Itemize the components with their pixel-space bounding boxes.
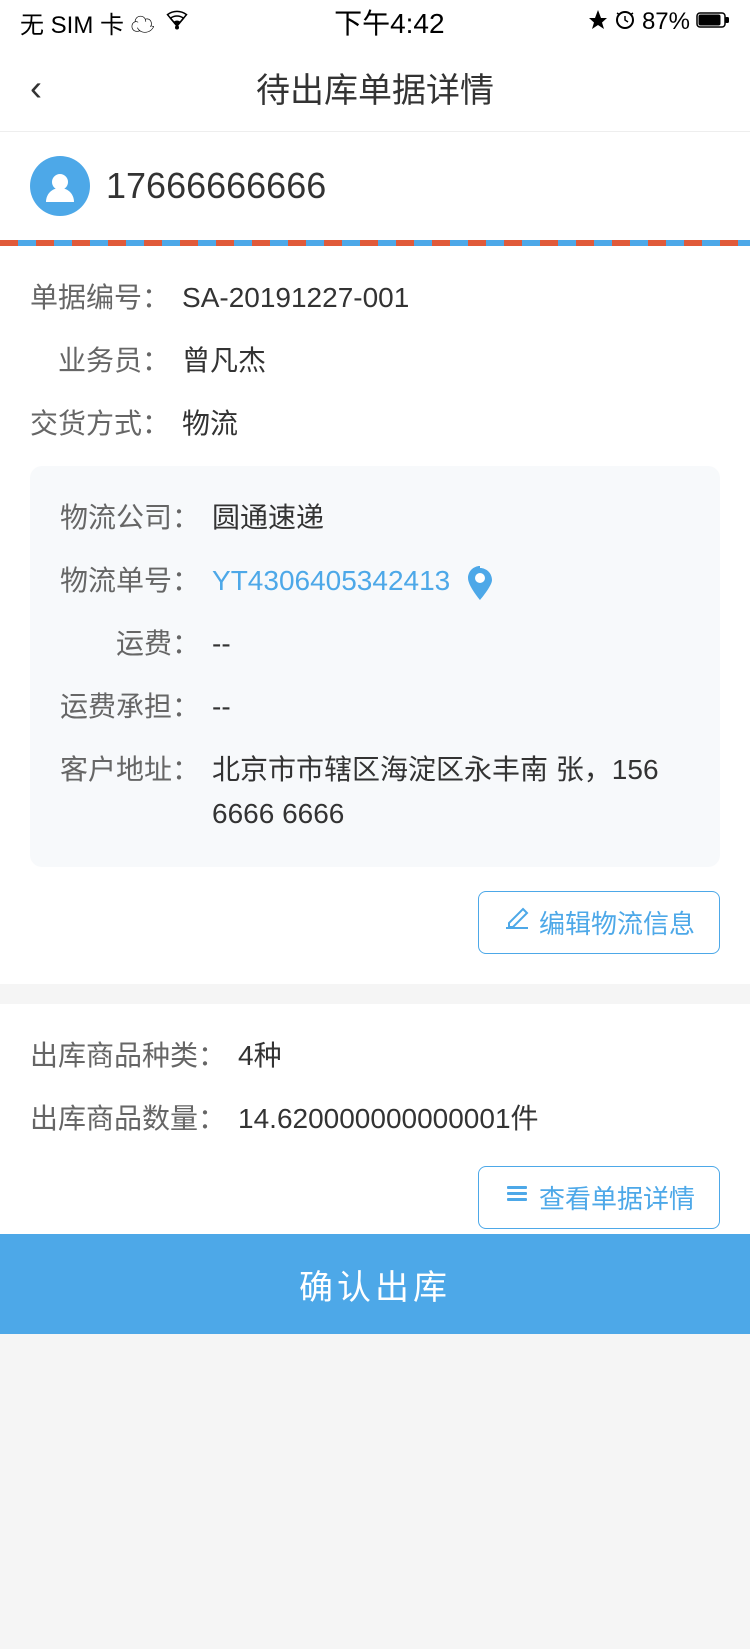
alarm-icon — [614, 8, 636, 37]
address-label: 客户地址： — [60, 748, 200, 793]
confirm-button[interactable]: 确认出库 — [0, 1234, 750, 1334]
agent-row: 业务员： 曾凡杰 — [30, 339, 720, 384]
edit-btn-row: 编辑物流信息 — [30, 891, 720, 954]
map-pin-icon[interactable] — [462, 564, 498, 600]
wifi-icon — [163, 8, 191, 37]
battery-percent-text: 87% — [642, 8, 690, 36]
edit-logistics-label: 编辑物流信息 — [539, 904, 695, 941]
logistics-tracking-row: 物流单号： YT4306405342413 — [60, 559, 690, 604]
freight-row: 运费： -- — [60, 622, 690, 667]
status-bar-right: 87% — [588, 8, 730, 37]
logistics-card: 物流公司： 圆通速递 物流单号： YT4306405342413 运费： -- … — [30, 466, 720, 867]
edit-logistics-button[interactable]: 编辑物流信息 — [478, 891, 720, 954]
logistics-company-row: 物流公司： 圆通速递 — [60, 496, 690, 541]
freight-bear-value: -- — [212, 685, 690, 730]
status-bar-left: 无 SIM 卡 ☁ — [20, 5, 191, 40]
goods-quantity-label: 出库商品数量： — [30, 1097, 226, 1142]
confirm-button-label: 确认出库 — [299, 1260, 451, 1309]
user-phone: 17666666666 — [106, 165, 326, 207]
user-header: 17666666666 — [0, 132, 750, 240]
status-bar-time: 下午4:42 — [334, 2, 445, 42]
no-sim-text: 无 SIM 卡 ☁ — [20, 5, 155, 40]
address-value: 北京市市辖区海淀区永丰南 张，156 6666 6666 — [212, 748, 690, 838]
order-no-label: 单据编号： — [30, 276, 170, 321]
view-btn-row: 查看单据详情 — [30, 1166, 720, 1229]
logistics-tracking-label: 物流单号： — [60, 559, 200, 604]
goods-type-label: 出库商品种类： — [30, 1034, 226, 1079]
delivery-label: 交货方式： — [30, 402, 170, 447]
goods-quantity-row: 出库商品数量： 14.620000000000001件 — [30, 1097, 720, 1142]
logistics-company-label: 物流公司： — [60, 496, 200, 541]
nav-title: 待出库单据详情 — [256, 63, 494, 112]
delivery-row: 交货方式： 物流 — [30, 402, 720, 447]
freight-label: 运费： — [60, 622, 200, 667]
edit-icon — [503, 905, 531, 940]
back-button[interactable]: ‹ — [30, 67, 42, 109]
list-icon — [503, 1180, 531, 1215]
goods-quantity-value: 14.620000000000001件 — [238, 1097, 720, 1142]
delivery-value: 物流 — [182, 402, 720, 447]
tracking-number: YT4306405342413 — [212, 559, 450, 604]
agent-value: 曾凡杰 — [182, 339, 720, 384]
goods-type-row: 出库商品种类： 4种 — [30, 1034, 720, 1079]
goods-section: 出库商品种类： 4种 出库商品数量： 14.620000000000001件 查… — [0, 1004, 750, 1259]
location-status-icon — [588, 8, 608, 37]
status-bar: 无 SIM 卡 ☁ 下午4:42 87% — [0, 0, 750, 44]
view-details-label: 查看单据详情 — [539, 1179, 695, 1216]
basic-info-section: 单据编号： SA-20191227-001 业务员： 曾凡杰 交货方式： 物流 … — [0, 246, 750, 984]
address-row: 客户地址： 北京市市辖区海淀区永丰南 张，156 6666 6666 — [60, 748, 690, 838]
freight-bear-label: 运费承担： — [60, 685, 200, 730]
freight-value: -- — [212, 622, 690, 667]
logistics-tracking-value: YT4306405342413 — [212, 559, 690, 604]
nav-bar: ‹ 待出库单据详情 — [0, 44, 750, 132]
logistics-company-value: 圆通速递 — [212, 496, 690, 541]
footer-spacer — [0, 1549, 750, 1649]
avatar — [30, 156, 90, 216]
agent-label: 业务员： — [30, 339, 170, 384]
order-no-row: 单据编号： SA-20191227-001 — [30, 276, 720, 321]
freight-bear-row: 运费承担： -- — [60, 685, 690, 730]
order-no-value: SA-20191227-001 — [182, 276, 720, 321]
battery-icon — [696, 8, 730, 36]
view-details-button[interactable]: 查看单据详情 — [478, 1166, 720, 1229]
goods-type-value: 4种 — [238, 1034, 720, 1079]
